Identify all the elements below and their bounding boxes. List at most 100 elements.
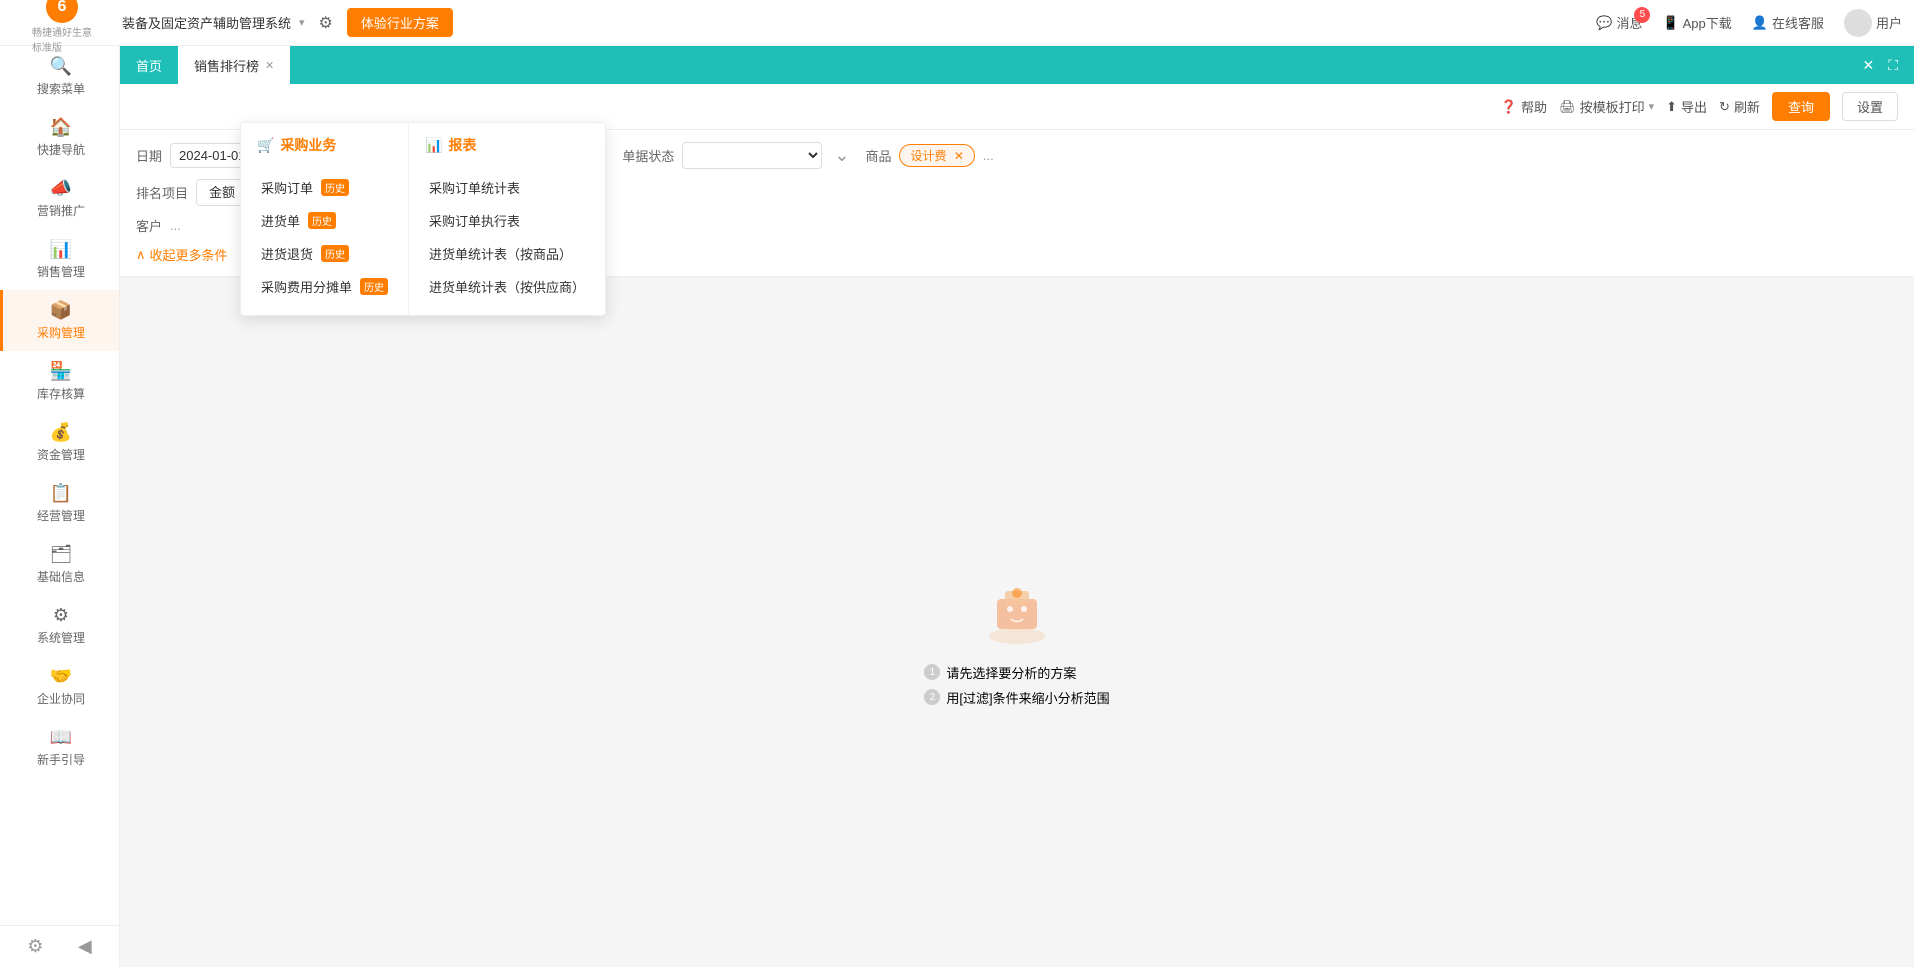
customer-label: 客户	[136, 216, 162, 235]
sales-icon: 📊	[50, 239, 72, 260]
sidebar-collapse-icon[interactable]: ◀	[78, 936, 92, 957]
service-icon: 👤	[1752, 15, 1768, 31]
user-area[interactable]: 用户	[1844, 9, 1902, 37]
online-service-area[interactable]: 👤 在线客服	[1752, 13, 1824, 32]
guide-icon: 📖	[50, 727, 72, 748]
sidebar-item-basic-info[interactable]: 🗂 基础信息	[0, 534, 119, 595]
content: ❓ 帮助 🖨 按模板打印 ▾ ⬆ 导出 ↻ 刷新	[120, 84, 1914, 967]
collapse-arrow-icon: ∧	[136, 247, 146, 263]
print-label: 按模板打印	[1580, 97, 1645, 116]
sidebar-item-marketing[interactable]: 📣 营销推广	[0, 168, 119, 229]
customer-ellipsis[interactable]: ...	[170, 218, 181, 233]
purchase-col-title: 采购业务	[280, 135, 336, 155]
history-badge-1: 历史	[321, 179, 349, 196]
notification-area[interactable]: 💬 5 消息	[1596, 13, 1642, 32]
app-download-area[interactable]: 📱 App下载	[1662, 13, 1731, 32]
sidebar-item-inventory[interactable]: 🏪 库存核算	[0, 351, 119, 412]
layout: 🔍 搜索菜单 🏠 快捷导航 📣 营销推广 📊 销售管理 📦 采购管理 🏪 库存核…	[0, 46, 1914, 967]
dropdown-item-incoming-return[interactable]: 进货退货 历史	[257, 237, 392, 270]
goods-ellipsis[interactable]: ...	[983, 148, 994, 163]
toolbar-right: ❓ 帮助 🖨 按模板打印 ▾ ⬆ 导出 ↻ 刷新	[1501, 92, 1898, 121]
sidebar-item-search-label: 搜索菜单	[37, 80, 85, 97]
tab-sales-rank[interactable]: 销售排行榜 ✕	[178, 46, 290, 84]
report-col-icon: 📊	[425, 137, 442, 154]
refresh-icon: ↻	[1719, 99, 1730, 115]
notification-badge: 5	[1634, 7, 1650, 23]
doc-status-select[interactable]	[682, 142, 822, 169]
export-label: 导出	[1681, 97, 1707, 116]
refresh-button[interactable]: ↻ 刷新	[1719, 97, 1760, 116]
doc-status-label: 单据状态	[622, 146, 674, 165]
empty-state: 1 请先选择要分析的方案 2 用[过滤]条件来缩小分析范围	[120, 277, 1914, 967]
goods-tag-close-icon[interactable]: ✕	[954, 149, 964, 163]
report-col-title: 报表	[448, 135, 476, 155]
topbar-settings-icon[interactable]: ⚙	[319, 13, 333, 33]
empty-tip-2: 2 用[过滤]条件来缩小分析范围	[924, 688, 1109, 707]
sidebar-item-guide[interactable]: 📖 新手引导	[0, 717, 119, 778]
finance-icon: 💰	[50, 422, 72, 443]
collapse-label: 收起更多条件	[150, 245, 228, 264]
tab-close-button[interactable]: ✕	[1858, 55, 1878, 76]
dropdown-item-purchase-expense[interactable]: 采购费用分摊单 历史	[257, 270, 392, 303]
purchase-icon: 📦	[50, 300, 72, 321]
sidebar-item-marketing-label: 营销推广	[37, 202, 85, 219]
sidebar-item-finance-label: 资金管理	[37, 446, 85, 463]
settings-button[interactable]: 设置	[1842, 92, 1898, 121]
industry-solution-button[interactable]: 体验行业方案	[347, 8, 453, 37]
dropdown-item-purchase-order[interactable]: 采购订单 历史	[257, 171, 392, 204]
search-button[interactable]: 查询	[1772, 92, 1830, 121]
sidebar-item-operations-label: 经营管理	[37, 507, 85, 524]
sidebar-item-guide-label: 新手引导	[37, 751, 85, 768]
dropdown-item-incoming-stats-supplier[interactable]: 进货单统计表（按供应商）	[425, 270, 589, 303]
tab-close-icon[interactable]: ✕	[265, 59, 274, 72]
rank-item-label: 排名项目	[136, 183, 188, 202]
history-badge-2: 历史	[308, 212, 336, 229]
sidebar-item-sales[interactable]: 📊 销售管理	[0, 229, 119, 290]
sidebar-item-quick-nav[interactable]: 🏠 快捷导航	[0, 107, 119, 168]
basic-info-icon: 🗂	[50, 544, 73, 565]
logo-icon: 6	[46, 0, 78, 23]
purchase-expense-label: 采购费用分摊单	[261, 277, 352, 296]
date-label: 日期	[136, 146, 162, 165]
sidebar-settings-icon[interactable]: ⚙	[27, 936, 43, 957]
operations-icon: 📋	[50, 483, 72, 504]
dropdown-item-incoming-stats-goods[interactable]: 进货单统计表（按商品）	[425, 237, 589, 270]
incoming-stats-goods-label: 进货单统计表（按商品）	[429, 244, 572, 263]
export-button[interactable]: ⬆ 导出	[1666, 97, 1707, 116]
po-exec-label: 采购订单执行表	[429, 211, 520, 230]
dropdown-purchase-col: 🛒 采购业务 采购订单 历史 进货单 历史 进货退货	[241, 123, 409, 315]
purchase-order-label: 采购订单	[261, 178, 313, 197]
dropdown-item-incoming[interactable]: 进货单 历史	[257, 204, 392, 237]
dropdown-item-po-exec[interactable]: 采购订单执行表	[425, 204, 589, 237]
dropdown-item-po-stats[interactable]: 采购订单统计表	[425, 171, 589, 204]
tab-fullscreen-button[interactable]: ⛶	[1884, 55, 1902, 76]
goods-filter: 商品 设计费 ✕ ...	[865, 144, 993, 167]
sidebar-item-system[interactable]: ⚙ 系统管理	[0, 595, 119, 656]
dropdown-menu: 🛒 采购业务 采购订单 历史 进货单 历史 进货退货	[240, 122, 606, 316]
tip-num-2: 2	[924, 689, 940, 705]
sidebar-item-enterprise-label: 企业协同	[37, 690, 85, 707]
history-badge-3: 历史	[321, 245, 349, 262]
sidebar-item-enterprise[interactable]: 🤝 企业协同	[0, 656, 119, 717]
history-badge-4: 历史	[360, 278, 388, 295]
search-icon: 🔍	[50, 56, 72, 77]
dropdown-report-header: 📊 报表	[425, 135, 589, 161]
sidebar-item-purchase[interactable]: 📦 采购管理	[0, 290, 119, 351]
doc-status-chevron-icon: ⌄	[834, 145, 849, 166]
sidebar-item-operations[interactable]: 📋 经营管理	[0, 473, 119, 534]
sidebar-item-system-label: 系统管理	[37, 629, 85, 646]
system-title-area: 装备及固定资产辅助管理系统 ▾ ⚙	[122, 13, 333, 33]
sidebar-item-finance[interactable]: 💰 资金管理	[0, 412, 119, 473]
empty-illustration	[977, 571, 1057, 651]
inventory-icon: 🏪	[50, 361, 72, 382]
sidebar-item-search[interactable]: 🔍 搜索菜单	[0, 46, 119, 107]
app-download-label: App下载	[1683, 13, 1732, 32]
goods-tag[interactable]: 设计费 ✕	[899, 144, 974, 167]
tab-home[interactable]: 首页	[120, 46, 178, 84]
tabbar: 首页 销售排行榜 ✕ ✕ ⛶	[120, 46, 1914, 84]
avatar	[1844, 9, 1872, 37]
tab-sales-rank-label: 销售排行榜	[194, 56, 259, 75]
notification-icon: 💬	[1596, 15, 1612, 31]
help-button[interactable]: ❓ 帮助	[1501, 97, 1547, 116]
print-button[interactable]: 🖨 按模板打印 ▾	[1559, 97, 1654, 116]
